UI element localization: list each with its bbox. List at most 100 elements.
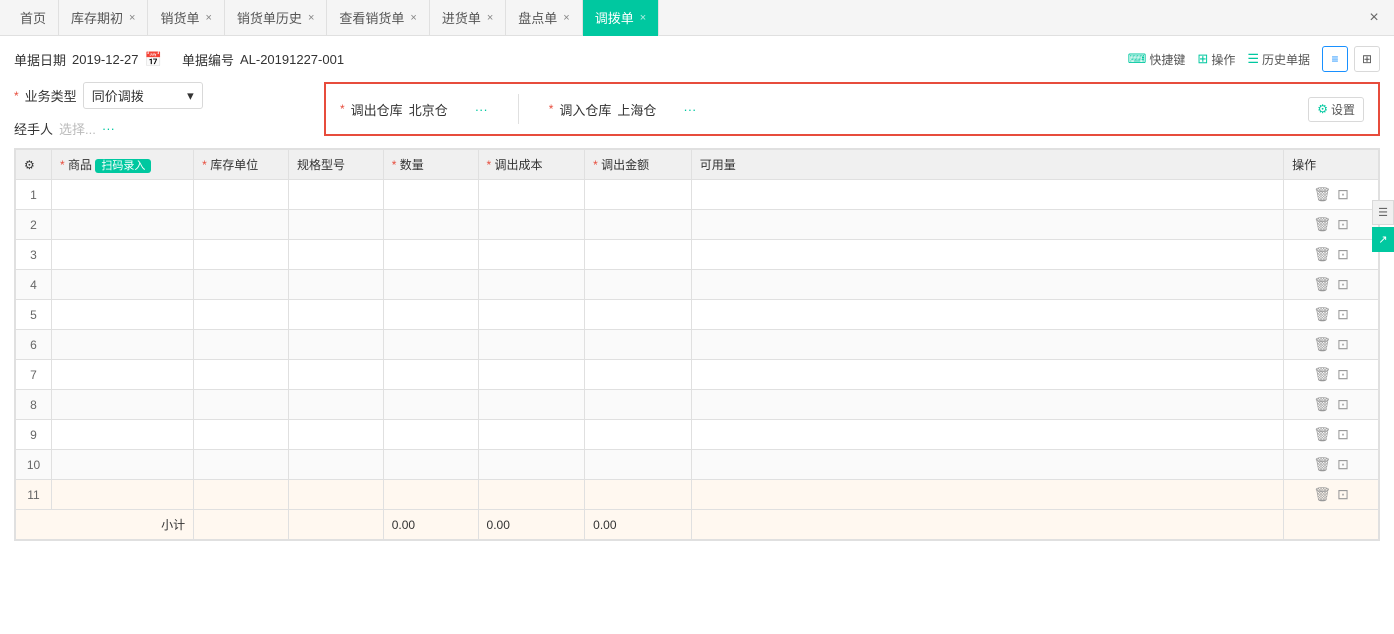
copy-icon[interactable]: ⊡ bbox=[1337, 456, 1349, 473]
tab-purchase[interactable]: 进货单 × bbox=[430, 0, 506, 36]
tab-sales-order[interactable]: 销货单 × bbox=[148, 0, 224, 36]
tab-close-sales-order[interactable]: × bbox=[205, 12, 211, 24]
spec-cell[interactable] bbox=[288, 330, 383, 360]
operations-button[interactable]: ⊞ 操作 bbox=[1197, 51, 1235, 68]
copy-icon[interactable]: ⊡ bbox=[1337, 246, 1349, 263]
product-cell[interactable] bbox=[52, 480, 194, 510]
copy-icon[interactable]: ⊡ bbox=[1337, 486, 1349, 503]
warehouse-in-more-button[interactable]: ··· bbox=[683, 102, 696, 117]
copy-icon[interactable]: ⊡ bbox=[1337, 306, 1349, 323]
product-cell[interactable] bbox=[52, 360, 194, 390]
available-cell[interactable] bbox=[691, 450, 1283, 480]
table-settings-icon[interactable]: ⚙ bbox=[24, 158, 35, 172]
unit-cell[interactable] bbox=[194, 270, 289, 300]
scan-button[interactable]: 扫码录入 bbox=[95, 159, 151, 173]
spec-cell[interactable] bbox=[288, 270, 383, 300]
cost-cell[interactable] bbox=[478, 360, 585, 390]
copy-icon[interactable]: ⊡ bbox=[1337, 426, 1349, 443]
cost-cell[interactable] bbox=[478, 180, 585, 210]
delete-icon[interactable]: 🗑 bbox=[1313, 246, 1331, 263]
quantity-cell[interactable] bbox=[383, 300, 478, 330]
product-cell[interactable] bbox=[52, 330, 194, 360]
warehouse-out-more-button[interactable]: ··· bbox=[475, 102, 488, 117]
tab-close-inventory-init[interactable]: × bbox=[129, 12, 135, 24]
tab-close-check-sales[interactable]: × bbox=[410, 12, 416, 24]
unit-cell[interactable] bbox=[194, 450, 289, 480]
quantity-cell[interactable] bbox=[383, 180, 478, 210]
available-cell[interactable] bbox=[691, 390, 1283, 420]
amount-cell[interactable] bbox=[585, 270, 692, 300]
amount-cell[interactable] bbox=[585, 240, 692, 270]
available-cell[interactable] bbox=[691, 180, 1283, 210]
settings-button[interactable]: ⚙ 设置 bbox=[1308, 97, 1364, 122]
unit-cell[interactable] bbox=[194, 240, 289, 270]
amount-cell[interactable] bbox=[585, 330, 692, 360]
quantity-cell[interactable] bbox=[383, 360, 478, 390]
spec-cell[interactable] bbox=[288, 360, 383, 390]
amount-cell[interactable] bbox=[585, 480, 692, 510]
available-cell[interactable] bbox=[691, 270, 1283, 300]
delete-icon[interactable]: 🗑 bbox=[1313, 486, 1331, 503]
spec-cell[interactable] bbox=[288, 210, 383, 240]
available-cell[interactable] bbox=[691, 360, 1283, 390]
spec-cell[interactable] bbox=[288, 240, 383, 270]
quantity-cell[interactable] bbox=[383, 450, 478, 480]
unit-cell[interactable] bbox=[194, 300, 289, 330]
unit-cell[interactable] bbox=[194, 180, 289, 210]
delete-icon[interactable]: 🗑 bbox=[1313, 456, 1331, 473]
product-cell[interactable] bbox=[52, 210, 194, 240]
float-expand-button[interactable]: ↗ bbox=[1372, 227, 1394, 252]
delete-icon[interactable]: 🗑 bbox=[1313, 186, 1331, 203]
copy-icon[interactable]: ⊡ bbox=[1337, 186, 1349, 203]
unit-cell[interactable] bbox=[194, 480, 289, 510]
product-cell[interactable] bbox=[52, 270, 194, 300]
spec-cell[interactable] bbox=[288, 480, 383, 510]
quantity-cell[interactable] bbox=[383, 330, 478, 360]
copy-icon[interactable]: ⊡ bbox=[1337, 336, 1349, 353]
quantity-cell[interactable] bbox=[383, 240, 478, 270]
unit-cell[interactable] bbox=[194, 390, 289, 420]
cost-cell[interactable] bbox=[478, 450, 585, 480]
product-cell[interactable] bbox=[52, 300, 194, 330]
cost-cell[interactable] bbox=[478, 390, 585, 420]
tab-sales-history[interactable]: 销货单历史 × bbox=[225, 0, 327, 36]
tab-inventory-check[interactable]: 盘点单 × bbox=[506, 0, 582, 36]
spec-cell[interactable] bbox=[288, 390, 383, 420]
quantity-cell[interactable] bbox=[383, 480, 478, 510]
available-cell[interactable] bbox=[691, 480, 1283, 510]
float-list-button[interactable]: ☰ bbox=[1372, 200, 1394, 225]
agent-more-button[interactable]: ··· bbox=[102, 121, 115, 136]
product-cell[interactable] bbox=[52, 420, 194, 450]
history-button[interactable]: ☰ 历史单据 bbox=[1247, 51, 1310, 68]
delete-icon[interactable]: 🗑 bbox=[1313, 336, 1331, 353]
business-type-dropdown[interactable]: 同价调拨 ▾ bbox=[83, 82, 203, 109]
cost-cell[interactable] bbox=[478, 270, 585, 300]
cost-cell[interactable] bbox=[478, 240, 585, 270]
available-cell[interactable] bbox=[691, 330, 1283, 360]
copy-icon[interactable]: ⊡ bbox=[1337, 216, 1349, 233]
list-view-button[interactable]: ≡ bbox=[1322, 46, 1348, 72]
tab-inventory-init[interactable]: 库存期初 × bbox=[59, 0, 148, 36]
col-settings[interactable]: ⚙ bbox=[16, 150, 52, 180]
unit-cell[interactable] bbox=[194, 210, 289, 240]
unit-cell[interactable] bbox=[194, 330, 289, 360]
tab-home[interactable]: 首页 bbox=[8, 0, 59, 36]
unit-cell[interactable] bbox=[194, 360, 289, 390]
delete-icon[interactable]: 🗑 bbox=[1313, 306, 1331, 323]
cost-cell[interactable] bbox=[478, 480, 585, 510]
tab-transfer[interactable]: 调拨单 × bbox=[583, 0, 659, 36]
product-cell[interactable] bbox=[52, 450, 194, 480]
unit-cell[interactable] bbox=[194, 420, 289, 450]
amount-cell[interactable] bbox=[585, 420, 692, 450]
product-cell[interactable] bbox=[52, 240, 194, 270]
amount-cell[interactable] bbox=[585, 180, 692, 210]
product-cell[interactable] bbox=[52, 180, 194, 210]
delete-icon[interactable]: 🗑 bbox=[1313, 276, 1331, 293]
available-cell[interactable] bbox=[691, 240, 1283, 270]
copy-icon[interactable]: ⊡ bbox=[1337, 366, 1349, 383]
amount-cell[interactable] bbox=[585, 390, 692, 420]
tab-close-purchase[interactable]: × bbox=[487, 12, 493, 24]
grid-view-button[interactable]: ⊞ bbox=[1354, 46, 1380, 72]
quantity-cell[interactable] bbox=[383, 420, 478, 450]
cost-cell[interactable] bbox=[478, 210, 585, 240]
